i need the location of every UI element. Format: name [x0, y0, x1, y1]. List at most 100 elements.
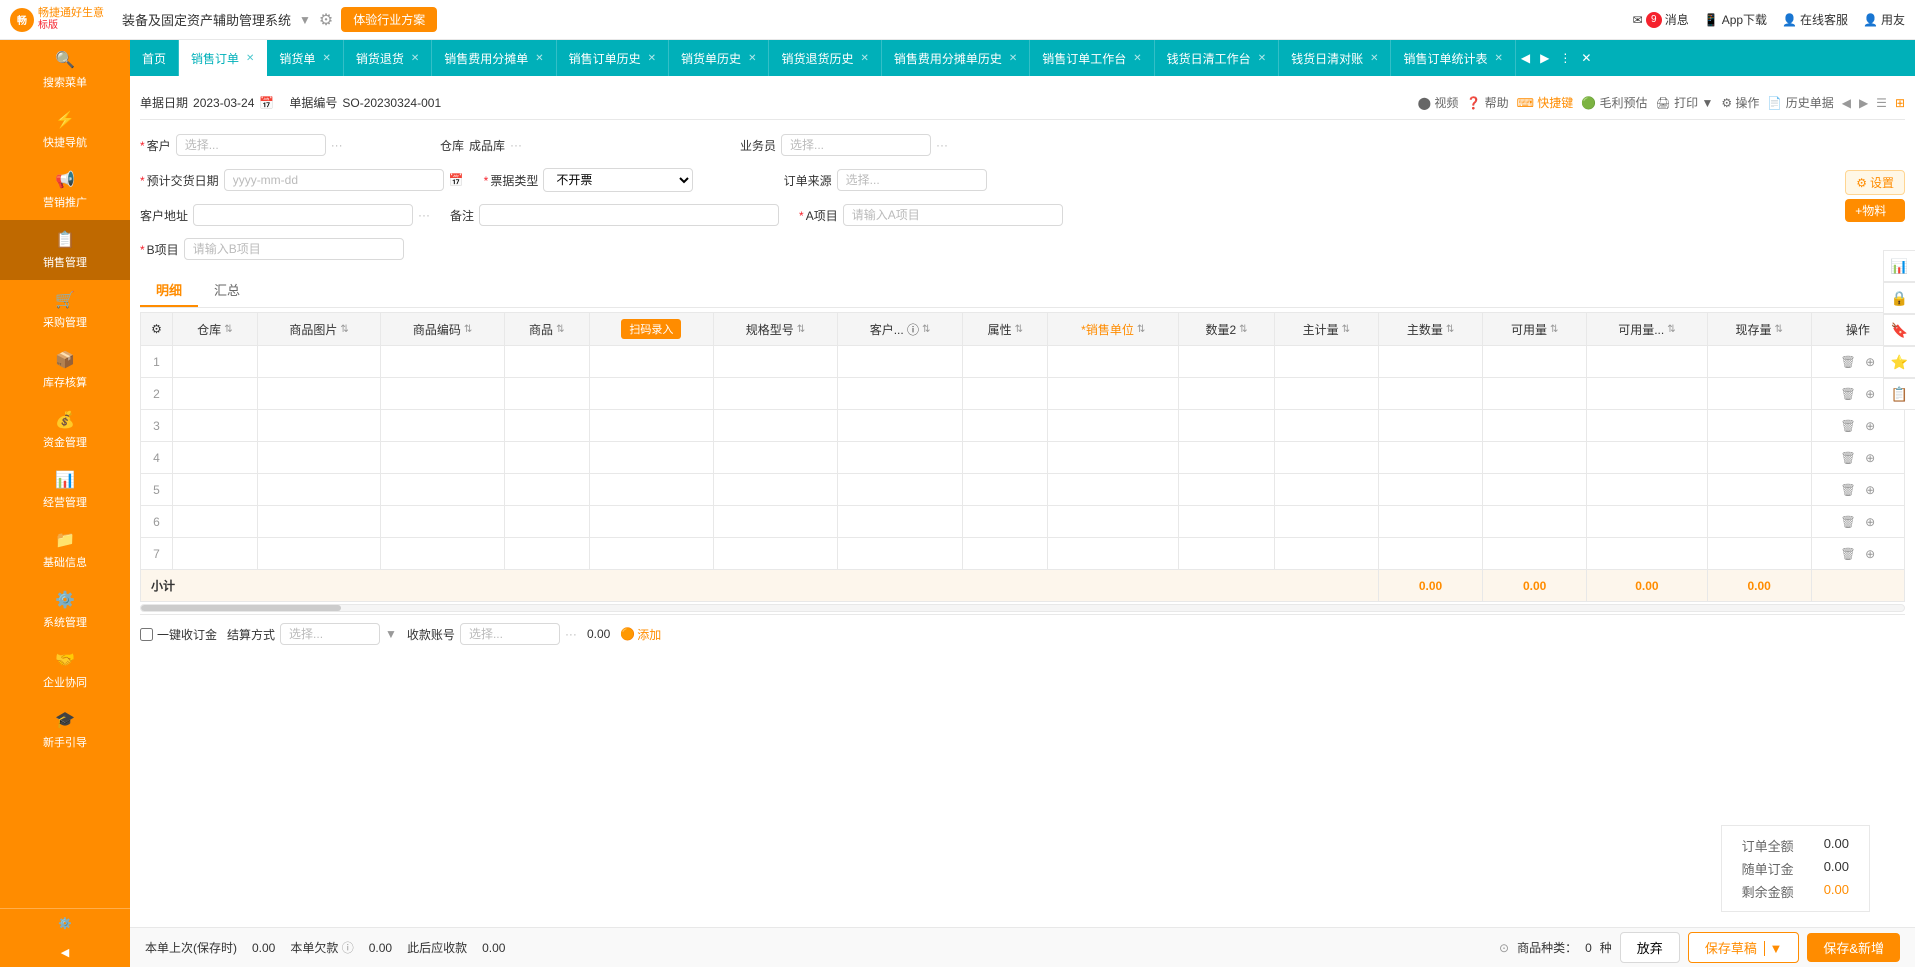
row-qty2[interactable] — [1179, 506, 1275, 538]
sidebar-item-marketing[interactable]: 📢 营销推广 — [0, 160, 130, 220]
row-customer-code[interactable] — [837, 378, 963, 410]
settings-button[interactable]: ⚙ 设置 — [1845, 170, 1905, 195]
row-delete-icon[interactable]: 🗑 — [1841, 355, 1856, 369]
row-copy-icon[interactable]: ⊕ — [1865, 387, 1875, 401]
sidebar-item-base[interactable]: 📁 基础信息 — [0, 520, 130, 580]
sidebar-item-system[interactable]: ⚙️ 系统管理 — [0, 580, 130, 640]
row-attr[interactable] — [963, 442, 1048, 474]
settings-icon[interactable]: ⚙ — [319, 10, 333, 30]
row-copy-icon[interactable]: ⊕ — [1865, 547, 1875, 561]
sidebar-item-purchase[interactable]: 🛒 采购管理 — [0, 280, 130, 340]
row-code[interactable] — [381, 538, 505, 570]
staff-input[interactable] — [781, 134, 931, 156]
row-qty2[interactable] — [1179, 442, 1275, 474]
row-unit[interactable] — [1048, 346, 1179, 378]
tab-sales-expense[interactable]: 销售费用分摊单 ✕ — [432, 40, 556, 76]
grid-view-icon[interactable]: ⊞ — [1895, 96, 1905, 110]
tab-sales-order-close[interactable]: ✕ — [246, 53, 254, 64]
tab-return-history-close[interactable]: ✕ — [860, 53, 868, 64]
row-warehouse[interactable] — [173, 538, 258, 570]
row-qty2[interactable] — [1179, 474, 1275, 506]
tab-sales-return[interactable]: 销货退货 ✕ — [344, 40, 432, 76]
row-delete-icon[interactable]: 🗑 — [1841, 547, 1856, 561]
remark-input[interactable] — [479, 204, 779, 226]
tab-bill-history-close[interactable]: ✕ — [748, 53, 756, 64]
tab-bill-history[interactable]: 销货单历史 ✕ — [669, 40, 769, 76]
row-unit[interactable] — [1048, 442, 1179, 474]
list-view-icon[interactable]: ☰ — [1876, 96, 1887, 110]
tab-close-all[interactable]: ✕ — [1576, 51, 1596, 65]
row-customer-code[interactable] — [837, 442, 963, 474]
tab-sales-stats[interactable]: 销售订单统计表 ✕ — [1391, 40, 1515, 76]
row-main-qty[interactable] — [1378, 378, 1482, 410]
row-action[interactable]: 🗑 ⊕ — [1811, 538, 1904, 570]
tab-sales-expense-close[interactable]: ✕ — [535, 53, 543, 64]
row-code[interactable] — [381, 378, 505, 410]
row-spec[interactable] — [714, 442, 838, 474]
action-shortcut[interactable]: ⌨ 快捷键 — [1517, 94, 1574, 111]
row-product[interactable] — [504, 538, 589, 570]
tab-scroll-left[interactable]: ◀ — [1516, 51, 1535, 65]
row-unit[interactable] — [1048, 538, 1179, 570]
delivery-input[interactable] — [224, 169, 444, 191]
solution-button[interactable]: 体验行业方案 — [341, 7, 437, 32]
side-tool-2[interactable]: 🔒 — [1883, 282, 1915, 314]
row-warehouse[interactable] — [173, 346, 258, 378]
tab-expense-history[interactable]: 销售费用分摊单历史 ✕ — [882, 40, 1030, 76]
sidebar-item-sales[interactable]: 📋 销售管理 — [0, 220, 130, 280]
row-copy-icon[interactable]: ⊕ — [1865, 483, 1875, 497]
row-main-qty[interactable] — [1378, 346, 1482, 378]
sidebar-item-quicknav[interactable]: ⚡ 快捷导航 — [0, 100, 130, 160]
sidebar-item-operations[interactable]: 📊 经营管理 — [0, 460, 130, 520]
tab-cash-workbench[interactable]: 钱货日清工作台 ✕ — [1155, 40, 1279, 76]
tab-detail[interactable]: 明细 — [140, 274, 198, 307]
row-main-unit[interactable] — [1274, 378, 1378, 410]
tab-return-history[interactable]: 销货退货历史 ✕ — [769, 40, 881, 76]
one-click-checkbox[interactable] — [140, 628, 153, 641]
row-spec[interactable] — [714, 410, 838, 442]
tab-home[interactable]: 首页 — [130, 40, 179, 76]
row-unit[interactable] — [1048, 474, 1179, 506]
b-project-input[interactable] — [184, 238, 404, 260]
row-spec[interactable] — [714, 378, 838, 410]
row-qty2[interactable] — [1179, 538, 1275, 570]
row-action[interactable]: 🗑 ⊕ — [1811, 410, 1904, 442]
system-dropdown-icon[interactable]: ▼ — [299, 13, 311, 27]
row-attr[interactable] — [963, 410, 1048, 442]
row-main-qty[interactable] — [1378, 442, 1482, 474]
row-action[interactable]: 🗑 ⊕ — [1811, 474, 1904, 506]
action-operations[interactable]: ⚙ 操作 — [1721, 94, 1759, 111]
row-delete-icon[interactable]: 🗑 — [1841, 419, 1856, 433]
row-warehouse[interactable] — [173, 378, 258, 410]
row-spec[interactable] — [714, 506, 838, 538]
message-button[interactable]: ✉ 9 9 消息 — [1633, 11, 1689, 28]
account-dots[interactable]: ··· — [565, 627, 577, 641]
row-qty2[interactable] — [1179, 346, 1275, 378]
row-delete-icon[interactable]: 🗑 — [1841, 387, 1856, 401]
payment-method-input[interactable] — [280, 623, 380, 645]
row-product[interactable] — [504, 410, 589, 442]
sidebar-item-guide[interactable]: 🎓 新手引导 — [0, 700, 130, 760]
invoice-select[interactable]: 不开票 增值税普通发票 增值税专用发票 — [543, 168, 693, 192]
row-copy-icon[interactable]: ⊕ — [1865, 451, 1875, 465]
row-code[interactable] — [381, 442, 505, 474]
sidebar-item-search[interactable]: 🔍 搜索菜单 — [0, 40, 130, 100]
row-warehouse[interactable] — [173, 474, 258, 506]
row-copy-icon[interactable]: ⊕ — [1865, 515, 1875, 529]
add-payment-button[interactable]: 🟠 添加 — [620, 626, 661, 643]
payment-method-dropdown[interactable]: ▼ — [385, 627, 397, 641]
row-main-qty[interactable] — [1378, 410, 1482, 442]
row-action[interactable]: 🗑 ⊕ — [1811, 506, 1904, 538]
row-attr[interactable] — [963, 474, 1048, 506]
warehouse-dots[interactable]: ··· — [510, 138, 522, 152]
online-service-button[interactable]: 👤 在线客服 — [1782, 11, 1848, 28]
row-customer-code[interactable] — [837, 410, 963, 442]
action-print[interactable]: 🖨 打印 ▼ — [1656, 94, 1714, 111]
tab-scroll-right[interactable]: ▶ — [1535, 51, 1554, 65]
row-product[interactable] — [504, 442, 589, 474]
tab-sales-history-close[interactable]: ✕ — [648, 53, 656, 64]
sidebar-item-inventory[interactable]: 📦 库存核算 — [0, 340, 130, 400]
save-new-button[interactable]: 保存&新增 — [1807, 933, 1900, 962]
order-source-input[interactable] — [837, 169, 987, 191]
row-spec[interactable] — [714, 346, 838, 378]
